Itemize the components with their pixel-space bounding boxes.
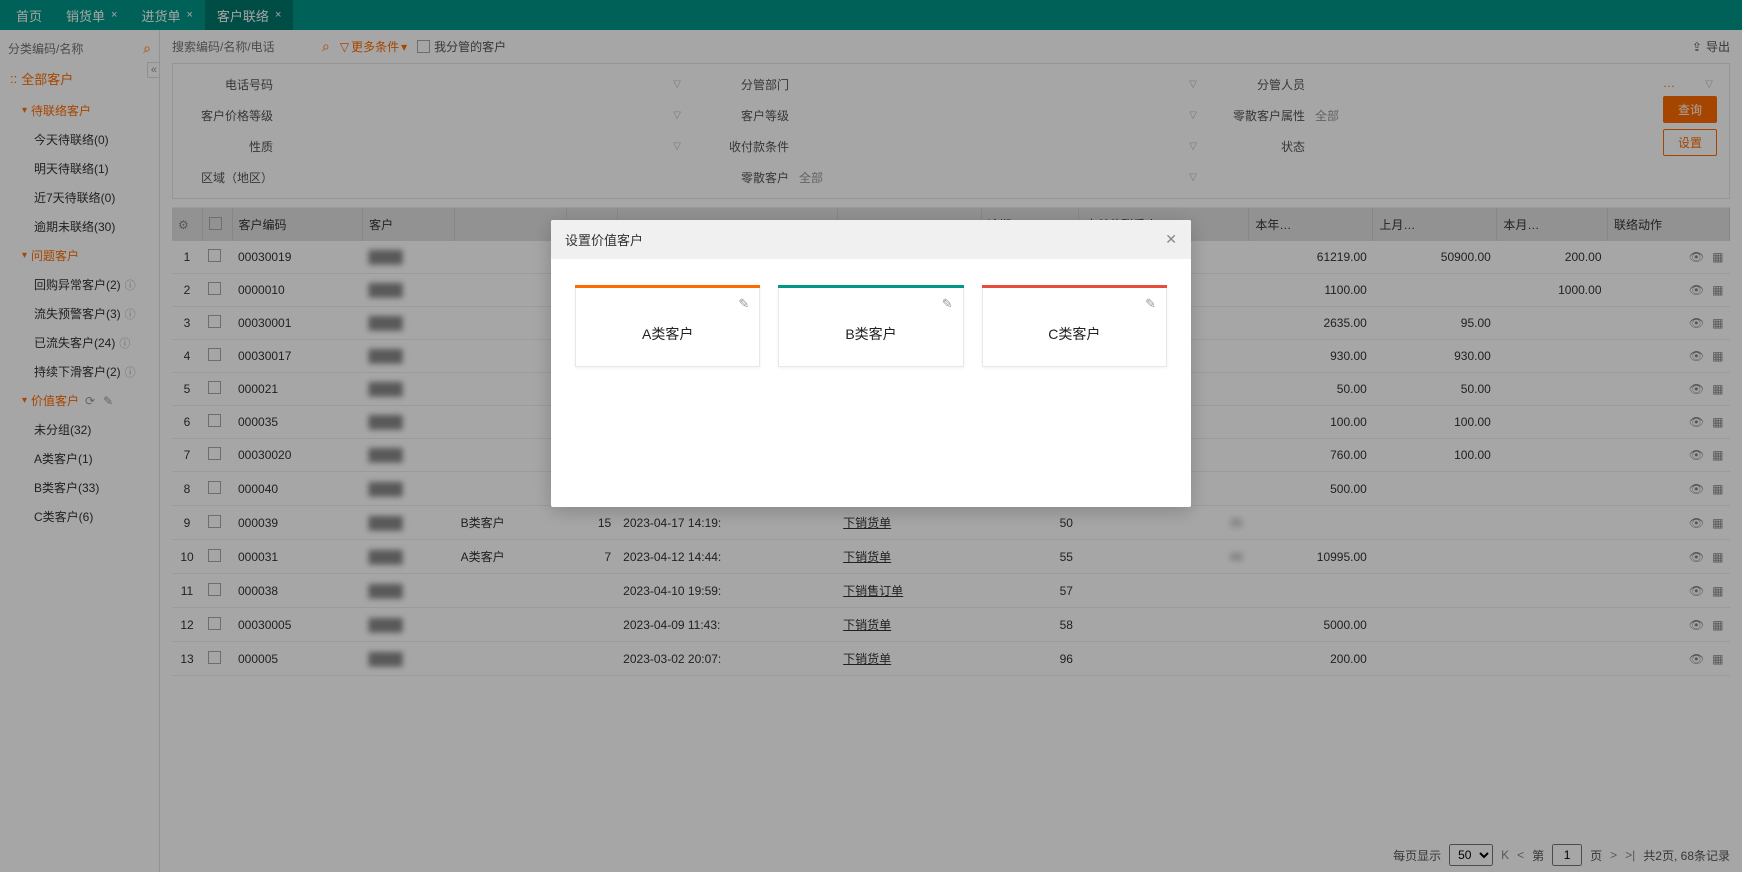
card-title: C类客户 [993, 324, 1156, 344]
modal-title: 设置价值客户 [565, 230, 643, 249]
card-title: A类客户 [586, 324, 749, 344]
edit-icon[interactable]: ✎ [1145, 296, 1156, 312]
modal-header: 设置价值客户 ✕ [551, 220, 1191, 259]
card-b-class[interactable]: ✎ B类客户 [778, 287, 963, 367]
edit-icon[interactable]: ✎ [942, 296, 953, 312]
modal-close-button[interactable]: ✕ [1165, 231, 1177, 248]
card-title: B类客户 [789, 324, 952, 344]
card-c-class[interactable]: ✎ C类客户 [982, 287, 1167, 367]
edit-icon[interactable]: ✎ [738, 296, 749, 312]
modal-overlay[interactable]: 设置价值客户 ✕ ✎ A类客户 ✎ B类客户 ✎ C类客户 [0, 0, 1742, 872]
card-a-class[interactable]: ✎ A类客户 [575, 287, 760, 367]
value-customer-modal: 设置价值客户 ✕ ✎ A类客户 ✎ B类客户 ✎ C类客户 [551, 220, 1191, 507]
